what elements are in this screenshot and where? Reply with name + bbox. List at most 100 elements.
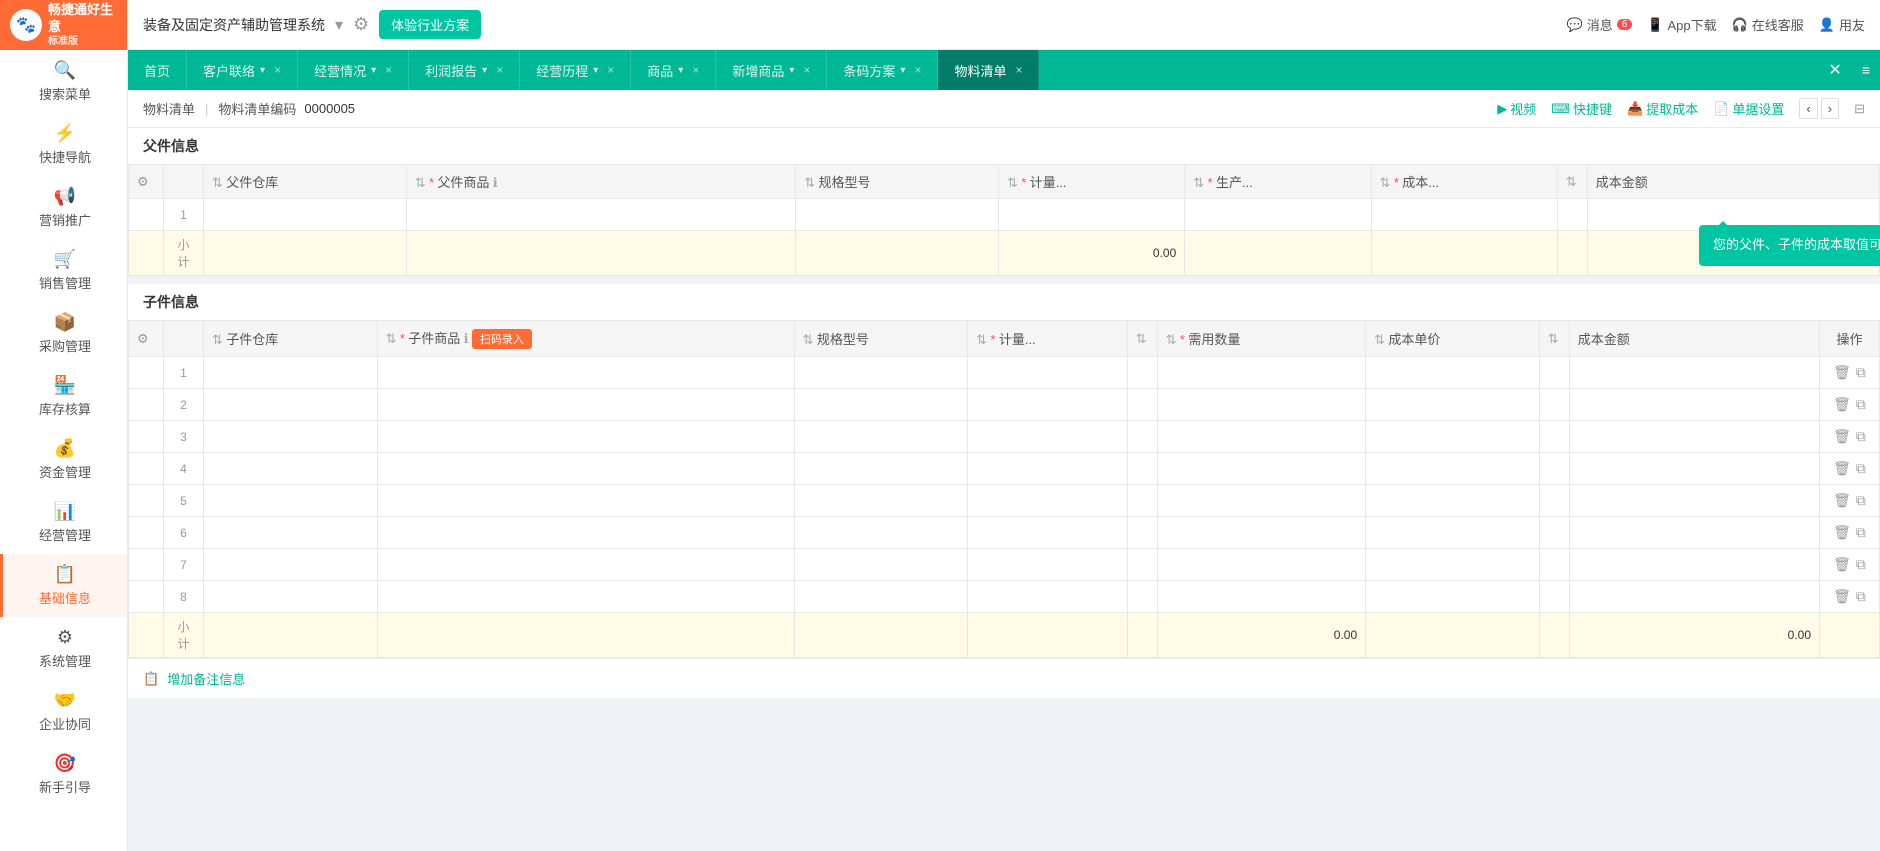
child-r7-warehouse[interactable] <box>204 549 378 581</box>
parent-row-warehouse[interactable] <box>204 199 407 231</box>
child-r8-unit[interactable] <box>968 581 1127 613</box>
parent-row-produce[interactable] <box>1185 199 1371 231</box>
child-r8-product[interactable] <box>377 581 794 613</box>
child-r4-spec[interactable] <box>794 453 968 485</box>
tab-customer-close[interactable]: × <box>274 63 281 77</box>
sidebar-item-collab[interactable]: 🤝 企业协同 <box>0 680 127 743</box>
tab-bom-close[interactable]: × <box>1015 63 1022 77</box>
sidebar-item-guide[interactable]: 🎯 新手引导 <box>0 743 127 806</box>
prev-arrow[interactable]: ‹ <box>1799 98 1817 119</box>
delete-icon-r2[interactable]: 🗑 <box>1833 396 1851 413</box>
user-action[interactable]: 👤 用友 <box>1819 15 1865 34</box>
child-r3-warehouse[interactable] <box>204 421 378 453</box>
child-r2-warehouse[interactable] <box>204 389 378 421</box>
sidebar-item-basics[interactable]: 📋 基础信息 <box>0 554 127 617</box>
tab-profit-close[interactable]: × <box>496 63 503 77</box>
tab-operations[interactable]: 经营情况 ▾ × <box>298 50 409 90</box>
child-r3-needed[interactable] <box>1157 421 1365 453</box>
child-r7-product[interactable] <box>377 549 794 581</box>
sidebar-item-finance[interactable]: 💰 资金管理 <box>0 428 127 491</box>
tab-barcode-close[interactable]: × <box>914 63 921 77</box>
tab-history[interactable]: 经营历程 ▾ × <box>520 50 631 90</box>
child-r8-spec[interactable] <box>794 581 968 613</box>
child-r6-cost-unit[interactable] <box>1366 517 1540 549</box>
child-r6-warehouse[interactable] <box>204 517 378 549</box>
more-tabs[interactable]: ≡ <box>1852 62 1880 78</box>
copy-icon-r7[interactable]: ⧉ <box>1856 556 1866 573</box>
online-service-action[interactable]: 🎧 在线客服 <box>1732 15 1804 34</box>
child-r5-product[interactable] <box>377 485 794 517</box>
child-r5-needed[interactable] <box>1157 485 1365 517</box>
child-r2-unit[interactable] <box>968 389 1127 421</box>
child-r7-spec[interactable] <box>794 549 968 581</box>
child-r5-cost-unit[interactable] <box>1366 485 1540 517</box>
copy-icon-r2[interactable]: ⧉ <box>1856 396 1866 413</box>
delete-icon-r5[interactable]: 🗑 <box>1833 492 1851 509</box>
child-r4-product[interactable] <box>377 453 794 485</box>
sidebar-item-operations[interactable]: 📊 经营管理 <box>0 491 127 554</box>
tab-ops-close[interactable]: × <box>385 63 392 77</box>
child-r6-spec[interactable] <box>794 517 968 549</box>
tab-product[interactable]: 商品 ▾ × <box>631 50 716 90</box>
sidebar-item-sales[interactable]: 🛒 销售管理 <box>0 239 127 302</box>
hint-text[interactable]: 增加备注信息 <box>167 669 245 688</box>
copy-icon-r8[interactable]: ⧉ <box>1856 588 1866 605</box>
copy-icon-r6[interactable]: ⧉ <box>1856 524 1866 541</box>
tab-new-product[interactable]: 新增商品 ▾ × <box>716 50 827 90</box>
dropdown-arrow-icon[interactable]: ▾ <box>335 15 343 35</box>
tab-profit[interactable]: 利润报告 ▾ × <box>409 50 520 90</box>
child-r8-needed[interactable] <box>1157 581 1365 613</box>
messages-action[interactable]: 💬 消息 6 <box>1567 15 1633 34</box>
copy-icon-r3[interactable]: ⧉ <box>1856 428 1866 445</box>
child-r1-needed[interactable] <box>1157 357 1365 389</box>
delete-icon-r8[interactable]: 🗑 <box>1833 588 1851 605</box>
delete-icon-r1[interactable]: 🗑 <box>1833 364 1851 381</box>
settings-icon[interactable]: ⚙ <box>353 14 369 35</box>
layout-icon[interactable]: ⊟ <box>1854 101 1865 117</box>
tab-product-close[interactable]: × <box>692 63 699 77</box>
child-r6-unit[interactable] <box>968 517 1127 549</box>
parent-row-spec[interactable] <box>796 199 999 231</box>
tab-customer[interactable]: 客户联络 ▾ × <box>187 50 298 90</box>
child-r4-cost-unit[interactable] <box>1366 453 1540 485</box>
child-r5-warehouse[interactable] <box>204 485 378 517</box>
child-r4-warehouse[interactable] <box>204 453 378 485</box>
child-r3-unit[interactable] <box>968 421 1127 453</box>
child-r7-needed[interactable] <box>1157 549 1365 581</box>
sidebar-item-system[interactable]: ⚙ 系统管理 <box>0 617 127 680</box>
delete-icon-r3[interactable]: 🗑 <box>1833 428 1851 445</box>
child-r1-unit[interactable] <box>968 357 1127 389</box>
child-r2-spec[interactable] <box>794 389 968 421</box>
extract-cost-action[interactable]: 📥 提取成本 <box>1627 99 1698 118</box>
child-r3-cost-unit[interactable] <box>1366 421 1540 453</box>
child-r1-product[interactable] <box>377 357 794 389</box>
delete-icon-r4[interactable]: 🗑 <box>1833 460 1851 477</box>
child-info-icon[interactable]: ℹ <box>464 331 469 346</box>
tab-history-close[interactable]: × <box>607 63 614 77</box>
child-r1-cost-unit[interactable] <box>1366 357 1540 389</box>
next-arrow[interactable]: › <box>1821 98 1839 119</box>
sidebar-item-search[interactable]: 🔍 搜索菜单 <box>0 50 127 113</box>
delete-icon-r6[interactable]: 🗑 <box>1833 524 1851 541</box>
child-r5-unit[interactable] <box>968 485 1127 517</box>
child-r6-product[interactable] <box>377 517 794 549</box>
scan-btn[interactable]: 扫码录入 <box>472 329 532 349</box>
child-r1-spec[interactable] <box>794 357 968 389</box>
info-icon[interactable]: ℹ <box>493 175 498 190</box>
child-r3-product[interactable] <box>377 421 794 453</box>
child-r7-unit[interactable] <box>968 549 1127 581</box>
child-r3-spec[interactable] <box>794 421 968 453</box>
copy-icon-r4[interactable]: ⧉ <box>1856 460 1866 477</box>
tab-bom[interactable]: 物料清单 × <box>938 50 1039 90</box>
child-r5-spec[interactable] <box>794 485 968 517</box>
sidebar-item-quicknav[interactable]: ⚡ 快捷导航 <box>0 113 127 176</box>
child-r4-needed[interactable] <box>1157 453 1365 485</box>
parent-row-cost[interactable] <box>1371 199 1557 231</box>
tab-newprod-close[interactable]: × <box>803 63 810 77</box>
parent-row-product[interactable] <box>406 199 796 231</box>
copy-icon-r1[interactable]: ⧉ <box>1856 364 1866 381</box>
delete-icon-r7[interactable]: 🗑 <box>1833 556 1851 573</box>
view-action[interactable]: ▶ 视频 <box>1497 99 1536 118</box>
close-all-tabs[interactable]: ✕ <box>1818 60 1851 80</box>
trial-btn[interactable]: 体验行业方案 <box>379 10 481 39</box>
